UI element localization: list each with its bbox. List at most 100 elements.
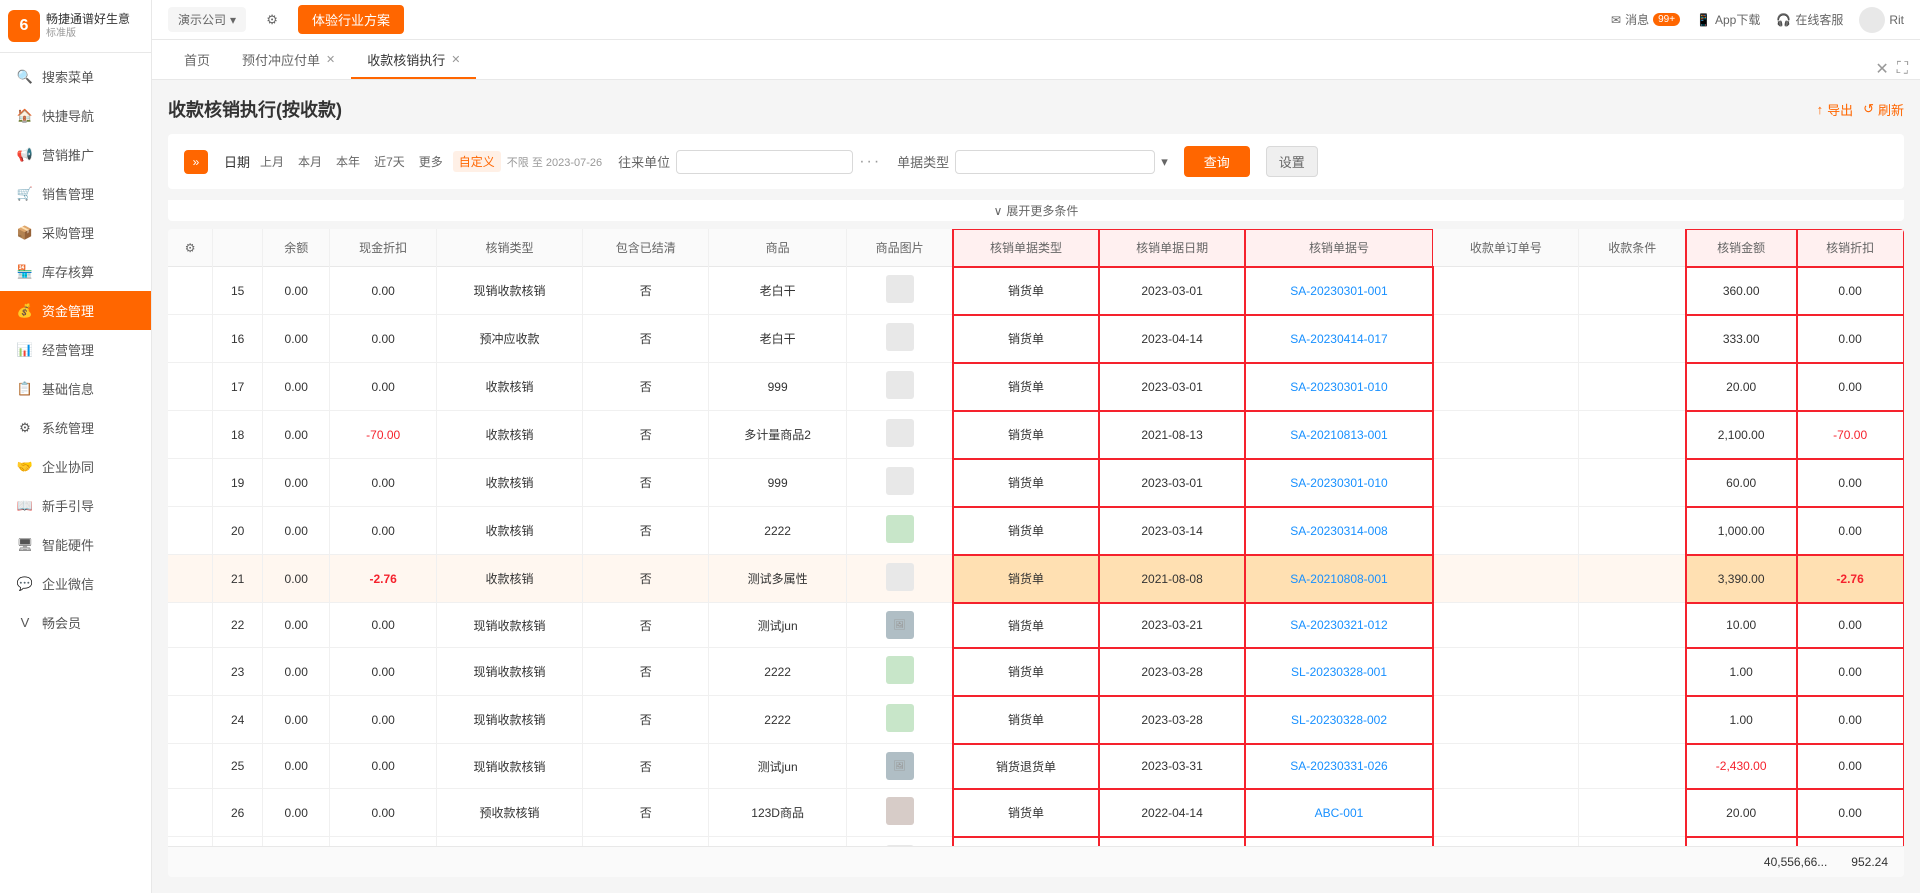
cell-seq: 21 — [213, 555, 263, 603]
settings-button[interactable]: ⚙ — [258, 6, 286, 34]
col-header-receipt_condition: 收款条件 — [1579, 229, 1686, 267]
top-header-left: 演示公司 ▾ ⚙ 体验行业方案 — [168, 5, 404, 34]
cell-bill_no[interactable]: SL-20230328-001 — [1245, 648, 1433, 696]
cell-bill_no[interactable]: SA-20230301-010 — [1245, 363, 1433, 411]
chevron-down-icon[interactable]: ▾ — [1161, 154, 1168, 170]
user-item[interactable]: Rit — [1859, 7, 1904, 33]
sidebar-item-quick-nav[interactable]: 🏠 快捷导航 — [0, 96, 151, 135]
sidebar-item-label-cooperation: 企业协同 — [42, 457, 135, 476]
sidebar-item-label-hardware: 智能硬件 — [42, 535, 135, 554]
sidebar-item-inventory[interactable]: 🏪 库存核算 — [0, 252, 151, 291]
goods-image — [886, 563, 914, 591]
cell-bill_type: 销货单 — [953, 411, 1099, 459]
cell-include_settled: 否 — [583, 507, 709, 555]
footer-total-amount: 40,556,66... — [1764, 855, 1827, 869]
date-opt-custom[interactable]: 自定义 — [453, 151, 501, 172]
cell-bill_no[interactable]: SA-20230414-017 — [1245, 315, 1433, 363]
tab-close-prepay[interactable]: ✕ — [326, 53, 335, 66]
settings-filter-button[interactable]: 设置 — [1266, 146, 1318, 177]
filter-toggle-button[interactable]: » — [184, 150, 208, 174]
cell-bill_no[interactable]: SA-20230321-012 — [1245, 603, 1433, 648]
cell-cancel_type: 收款核销 — [437, 411, 583, 459]
goods-image — [886, 515, 914, 543]
sidebar-item-search[interactable]: 🔍 搜索菜单 — [0, 57, 151, 96]
system-icon: ⚙ — [16, 419, 34, 437]
sidebar-item-marketing[interactable]: 📢 营销推广 — [0, 135, 151, 174]
message-item[interactable]: ✉ 消息 99+ — [1611, 11, 1680, 28]
logo-icon: 6 — [8, 10, 40, 42]
company-selector[interactable]: 演示公司 ▾ — [168, 7, 246, 32]
date-opt-上月[interactable]: 上月 — [256, 151, 288, 172]
table-row: 190.000.00收款核销否999销货单2023-03-01SA-202303… — [168, 459, 1904, 507]
cell-receipt_condition — [1579, 315, 1686, 363]
date-opt-更多[interactable]: 更多 — [415, 151, 447, 172]
tab-label-prepay: 预付冲应付单 — [242, 50, 320, 69]
sidebar-item-hardware[interactable]: 🖥 智能硬件 — [0, 525, 151, 564]
unit-input[interactable] — [676, 150, 853, 174]
company-name: 演示公司 — [178, 11, 226, 28]
sidebar: 6 畅捷通谱好生意 标准版 🔍 搜索菜单 🏠 快捷导航 📢 营销推广 🛒 销售管… — [0, 0, 152, 893]
cell-bill_no[interactable]: SA-20230301-010 — [1245, 459, 1433, 507]
refresh-button[interactable]: ↺ 刷新 — [1863, 100, 1904, 119]
date-opt-近7天[interactable]: 近7天 — [370, 151, 409, 172]
table-footer: 40,556,66... 952.24 — [168, 846, 1904, 877]
basic-icon: 📋 — [16, 380, 34, 398]
sidebar-item-sales[interactable]: 🛒 销售管理 — [0, 174, 151, 213]
expand-conditions-button[interactable]: ∨ 展开更多条件 — [994, 202, 1079, 219]
expand-icon[interactable]: ⛶ — [1897, 60, 1908, 78]
query-button[interactable]: 查询 — [1184, 146, 1250, 177]
cell-bill_no[interactable]: SA-20210813-001 — [1245, 411, 1433, 459]
sidebar-item-guide[interactable]: 📖 新手引导 — [0, 486, 151, 525]
tab-close-receipt[interactable]: ✕ — [451, 53, 460, 66]
trial-button[interactable]: 体验行业方案 — [298, 5, 404, 34]
inventory-icon: 🏪 — [16, 263, 34, 281]
cell-settings — [168, 315, 213, 363]
sidebar-item-finance[interactable]: 💰 资金管理 — [0, 291, 151, 330]
cell-bill_no[interactable]: SA-20230314-008 — [1245, 507, 1433, 555]
sidebar-item-wechat[interactable]: 💬 企业微信 — [0, 564, 151, 603]
cell-bill_type: 销货单 — [953, 315, 1099, 363]
cell-cancel_type: 收款核销 — [437, 459, 583, 507]
sidebar-item-operation[interactable]: 📊 经营管理 — [0, 330, 151, 369]
cell-bill_date: 2023-03-01 — [1099, 363, 1245, 411]
sidebar-item-cooperation[interactable]: 🤝 企业协同 — [0, 447, 151, 486]
unit-dots[interactable]: ··· — [859, 153, 881, 171]
cell-bill_no[interactable]: SL-20230408-001 — [1245, 837, 1433, 847]
tab-receipt[interactable]: 收款核销执行✕ — [351, 42, 476, 79]
date-opt-本年[interactable]: 本年 — [332, 151, 364, 172]
cell-goods: 999 — [709, 459, 846, 507]
app-download-item[interactable]: 📱 App下载 — [1696, 11, 1760, 28]
cell-bill_no[interactable]: ABC-001 — [1245, 789, 1433, 837]
cell-settings — [168, 411, 213, 459]
table-scroll[interactable]: ⚙余额现金折扣核销类型包含已结清商品商品图片核销单据类型核销单据日期核销单据号收… — [168, 229, 1904, 846]
tab-home[interactable]: 首页 — [168, 42, 226, 79]
col-header-balance: 余额 — [263, 229, 330, 267]
tab-prepay[interactable]: 预付冲应付单 ✕ — [226, 42, 351, 79]
date-opt-本月[interactable]: 本月 — [294, 151, 326, 172]
export-button[interactable]: ↑ 导出 — [1817, 100, 1854, 119]
cell-cancel_amount: 1.00 — [1686, 696, 1797, 744]
cell-bill_no[interactable]: SA-20210808-001 — [1245, 555, 1433, 603]
sidebar-item-member[interactable]: V 畅会员 — [0, 603, 151, 642]
cell-bill_date: 2023-03-01 — [1099, 459, 1245, 507]
close-window-icon[interactable]: ✕ — [1875, 59, 1888, 79]
online-service-item[interactable]: 🎧 在线客服 — [1776, 11, 1843, 28]
sidebar-item-system[interactable]: ⚙ 系统管理 — [0, 408, 151, 447]
cell-goods_image — [846, 648, 953, 696]
expand-row: ∨ 展开更多条件 — [168, 200, 1904, 221]
cell-bill_no[interactable]: SA-20230331-026 — [1245, 744, 1433, 789]
cell-receipt_order_no — [1433, 744, 1579, 789]
cell-cancel_amount: 20.00 — [1686, 363, 1797, 411]
cell-goods_image — [846, 789, 953, 837]
cell-balance: 0.00 — [263, 507, 330, 555]
cell-receipt_order_no — [1433, 315, 1579, 363]
sidebar-item-purchase[interactable]: 📦 采购管理 — [0, 213, 151, 252]
date-label: 日期 — [224, 152, 250, 171]
bill-type-input[interactable] — [955, 150, 1155, 174]
sidebar-item-label-quick-nav: 快捷导航 — [42, 106, 135, 125]
cell-bill_no[interactable]: SA-20230301-001 — [1245, 267, 1433, 315]
sidebar-item-basic[interactable]: 📋 基础信息 — [0, 369, 151, 408]
quick-nav-icon: 🏠 — [16, 107, 34, 125]
cell-cancel_amount: 1.00 — [1686, 648, 1797, 696]
cell-bill_no[interactable]: SL-20230328-002 — [1245, 696, 1433, 744]
